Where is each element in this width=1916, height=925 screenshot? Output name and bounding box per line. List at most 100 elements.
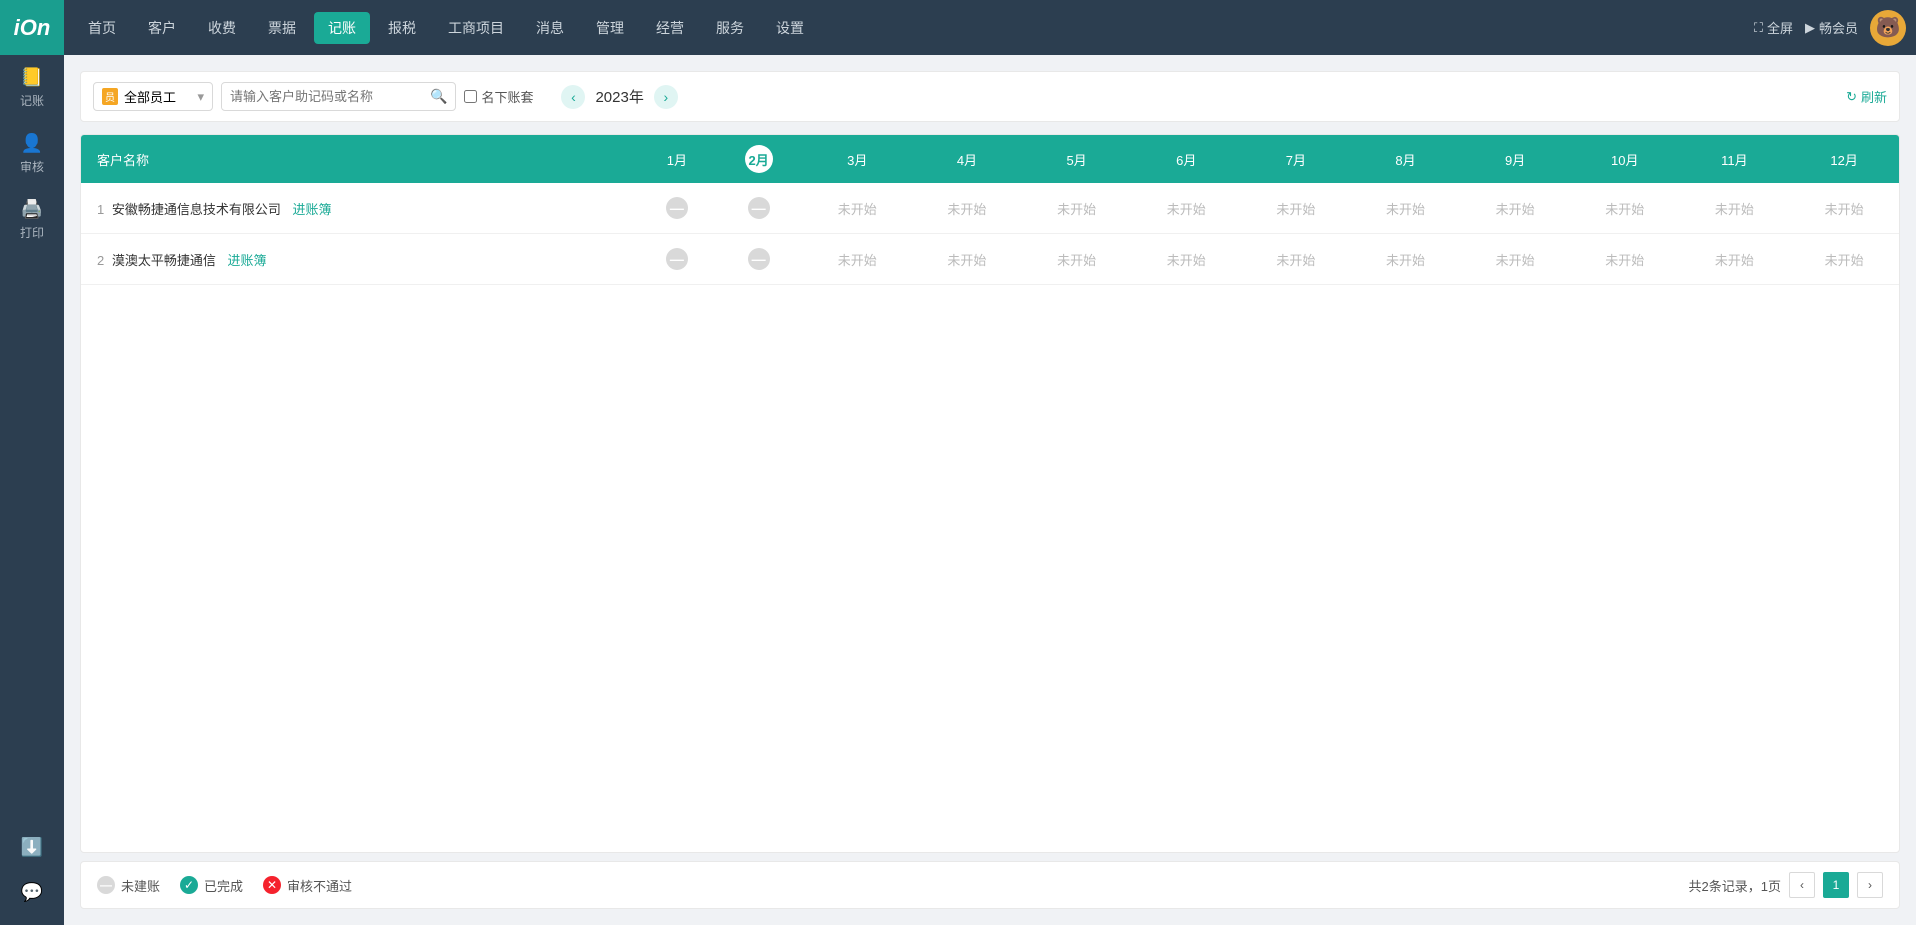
month-cell-m2: — <box>715 183 803 234</box>
table-header-row: 客户名称 1月 2月 3月 4月 5月 6月 7月 8月 9月 10月 11月 … <box>81 135 1899 183</box>
year-next-button[interactable]: › <box>654 85 678 109</box>
nav-gongshang[interactable]: 工商项目 <box>434 12 518 44</box>
nav-fuwu[interactable]: 服务 <box>702 12 758 44</box>
month-cell-m6: 未开始 <box>1131 183 1241 234</box>
not-started-text: 未开始 <box>1715 253 1754 268</box>
play-icon: ▶ <box>1805 20 1815 36</box>
refresh-icon: ↻ <box>1846 89 1857 105</box>
nav-baoshui[interactable]: 报税 <box>374 12 430 44</box>
sidebar-item-dayin[interactable]: 🖨️ 打印 <box>0 187 64 253</box>
row-number: 2 <box>97 253 104 268</box>
month-cell-m1: — <box>639 183 715 234</box>
employee-tag-icon: 员 <box>102 88 118 105</box>
not-started-text: 未开始 <box>947 202 986 217</box>
user-avatar[interactable]: 🐻 <box>1870 10 1906 46</box>
table-row: 1 安徽畅捷通信息技术有限公司 进账簿 ——未开始未开始未开始未开始未开始未开始… <box>81 183 1899 234</box>
legend-not-created-label: 未建账 <box>121 876 160 895</box>
month-cell-m3: 未开始 <box>802 183 912 234</box>
not-started-text: 未开始 <box>1825 202 1864 217</box>
month-cell-m3: 未开始 <box>802 234 912 285</box>
fullscreen-icon: ⛶ <box>1754 20 1763 36</box>
nav-jingying[interactable]: 经营 <box>642 12 698 44</box>
month-cell-m9: 未开始 <box>1460 183 1570 234</box>
sidebar-item-shenhe[interactable]: 👤 审核 <box>0 121 64 187</box>
dropdown-arrow-icon: ▾ <box>197 89 204 105</box>
nav-client[interactable]: 客户 <box>134 12 190 44</box>
nav-jizhang[interactable]: 记账 <box>314 12 370 44</box>
refresh-button[interactable]: ↻ 刷新 <box>1846 87 1887 106</box>
month-cell-m11: 未开始 <box>1680 234 1790 285</box>
pagination-area: 共2条记录，1页 ‹ 1 › <box>1689 872 1883 898</box>
download-icon: ⬇️ <box>21 837 43 858</box>
not-started-text: 未开始 <box>1167 202 1206 217</box>
prev-page-button[interactable]: ‹ <box>1789 872 1815 898</box>
nav-shezhi[interactable]: 设置 <box>762 12 818 44</box>
dayin-icon: 🖨️ <box>21 199 43 220</box>
not-started-text: 未开始 <box>1167 253 1206 268</box>
sidebar-item-support[interactable]: 💬 <box>0 870 64 915</box>
not-started-text: 未开始 <box>1496 202 1535 217</box>
month-cell-m2: — <box>715 234 803 285</box>
dash-icon: — <box>748 248 770 270</box>
not-started-text: 未开始 <box>1057 253 1096 268</box>
sidebar: iOn 📒 记账 👤 审核 🖨️ 打印 ⬇️ 💬 <box>0 0 64 925</box>
nav-piaoju[interactable]: 票据 <box>254 12 310 44</box>
refresh-label: 刷新 <box>1861 87 1887 106</box>
not-started-text: 未开始 <box>1276 253 1315 268</box>
not-started-text: 未开始 <box>947 253 986 268</box>
app-logo: iOn <box>0 0 64 55</box>
legend-rejected-label: 审核不通过 <box>287 876 352 895</box>
jizhang-icon: 📒 <box>21 67 43 88</box>
main-area: 首页 客户 收费 票据 记账 报税 工商项目 消息 管理 经营 服务 设置 ⛶ … <box>64 0 1916 925</box>
col-header-m12: 12月 <box>1789 135 1899 183</box>
col-header-m8: 8月 <box>1351 135 1461 183</box>
company-name: 漠澳太平畅捷通信 <box>112 253 216 268</box>
sidebar-item-download[interactable]: ⬇️ <box>0 825 64 870</box>
support-icon: 💬 <box>21 882 43 903</box>
legend-not-created-icon: — <box>97 876 115 894</box>
next-page-button[interactable]: › <box>1857 872 1883 898</box>
employee-select-label: 全部员工 <box>124 87 176 106</box>
search-button[interactable]: 🔍 <box>422 83 455 110</box>
legend-completed: ✓ 已完成 <box>180 876 243 895</box>
not-started-text: 未开始 <box>1496 253 1535 268</box>
page-content: 员 全部员工 ▾ 🔍 名下账套 ‹ 2023年 › ↻ 刷新 <box>64 55 1916 925</box>
col-header-m10: 10月 <box>1570 135 1680 183</box>
nav-guanli[interactable]: 管理 <box>582 12 638 44</box>
search-input[interactable] <box>222 84 422 109</box>
member-button[interactable]: ▶ 畅会员 <box>1805 18 1858 37</box>
month-cell-m11: 未开始 <box>1680 183 1790 234</box>
table-footer: — 未建账 ✓ 已完成 ✕ 审核不通过 共2条记录，1页 ‹ 1 › <box>80 861 1900 909</box>
month-cell-m7: 未开始 <box>1241 183 1351 234</box>
month-cell-m8: 未开始 <box>1351 234 1461 285</box>
page-1-button[interactable]: 1 <box>1823 872 1849 898</box>
filter-toolbar: 员 全部员工 ▾ 🔍 名下账套 ‹ 2023年 › ↻ 刷新 <box>80 71 1900 122</box>
company-name: 安徽畅捷通信息技术有限公司 <box>112 202 281 217</box>
col-header-m7: 7月 <box>1241 135 1351 183</box>
bookkeeping-table: 客户名称 1月 2月 3月 4月 5月 6月 7月 8月 9月 10月 11月 … <box>81 135 1899 285</box>
legend-not-created: — 未建账 <box>97 876 160 895</box>
enter-ledger-link[interactable]: 进账簿 <box>293 202 332 217</box>
month-cell-m7: 未开始 <box>1241 234 1351 285</box>
sidebar-item-jizhang[interactable]: 📒 记账 <box>0 55 64 121</box>
col-header-m3: 3月 <box>802 135 912 183</box>
mingxia-checkbox[interactable] <box>464 90 477 103</box>
legend-completed-label: 已完成 <box>204 876 243 895</box>
employee-selector[interactable]: 员 全部员工 ▾ <box>93 82 213 111</box>
nav-shoufei[interactable]: 收费 <box>194 12 250 44</box>
checkbox-label-mingxia[interactable]: 名下账套 <box>464 87 533 106</box>
topnav-right: ⛶ 全屏 ▶ 畅会员 🐻 <box>1754 10 1906 46</box>
month-cell-m4: 未开始 <box>912 234 1022 285</box>
year-prev-button[interactable]: ‹ <box>561 85 585 109</box>
member-label: 畅会员 <box>1819 18 1858 37</box>
nav-home[interactable]: 首页 <box>74 12 130 44</box>
fullscreen-button[interactable]: ⛶ 全屏 <box>1754 18 1793 37</box>
not-started-text: 未开始 <box>1605 253 1644 268</box>
not-started-text: 未开始 <box>1276 202 1315 217</box>
nav-xiaoxi[interactable]: 消息 <box>522 12 578 44</box>
year-display: 2023年 <box>595 86 643 107</box>
enter-ledger-link[interactable]: 进账簿 <box>228 253 267 268</box>
month-cell-m9: 未开始 <box>1460 234 1570 285</box>
col-header-m1: 1月 <box>639 135 715 183</box>
status-legend: — 未建账 ✓ 已完成 ✕ 审核不通过 <box>97 876 352 895</box>
